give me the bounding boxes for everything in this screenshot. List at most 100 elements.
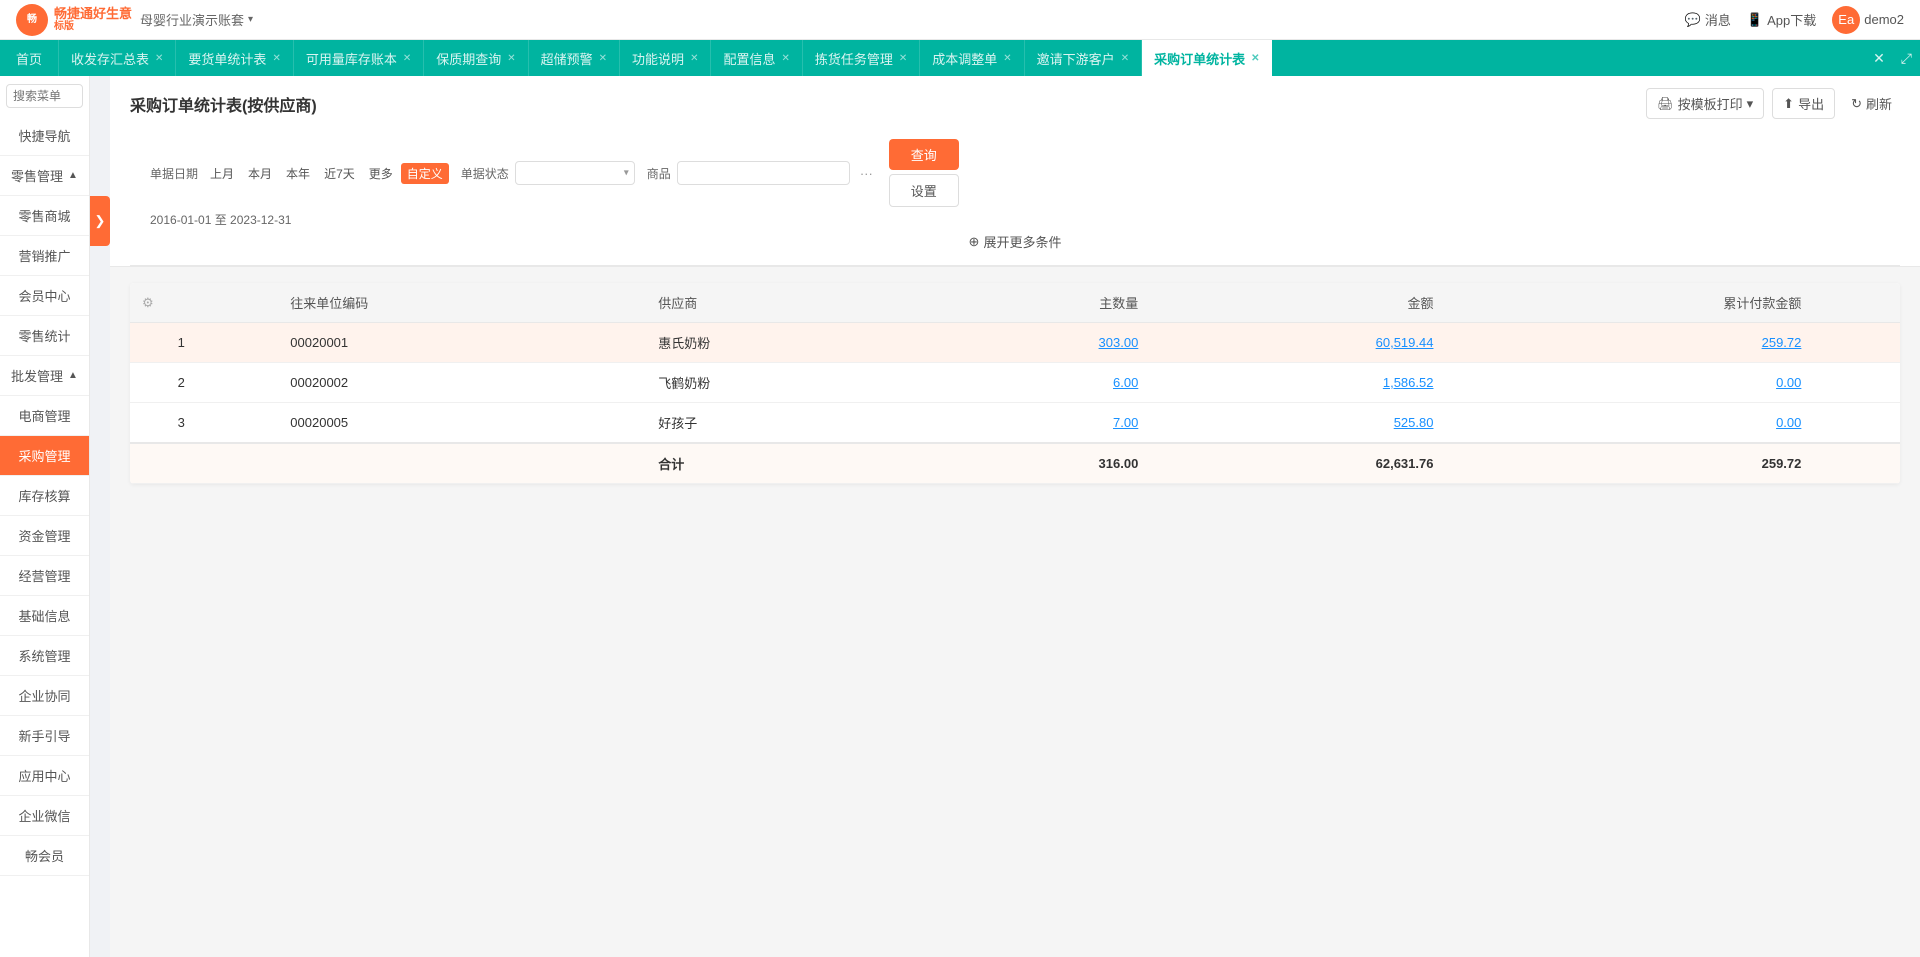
- col-settings-icon[interactable]: ⚙: [142, 295, 154, 310]
- tab-shoufacun[interactable]: 收发存汇总表 ✕: [59, 40, 176, 76]
- sidebar-inventory-label: 库存核算: [18, 486, 70, 505]
- sidebar: 快捷导航 零售管理 ▲ 零售商城 营销推广 会员中心 零售统计 批发管理 ▲ 电…: [0, 76, 90, 957]
- shortcut-this-year[interactable]: 本年: [280, 163, 316, 184]
- workspace-selector[interactable]: 母婴行业演示账套 ▾: [140, 10, 253, 29]
- sidebar-item-wholesale[interactable]: 批发管理 ▲: [0, 356, 89, 396]
- tab-home[interactable]: 首页: [0, 40, 59, 76]
- shortcut-last-7-days[interactable]: 近7天: [318, 163, 361, 184]
- filter-expand-row: ⊕ 展开更多条件: [150, 228, 1880, 255]
- app-download-button[interactable]: 📱 App下载: [1747, 10, 1816, 29]
- custom-date-badge[interactable]: 自定义: [401, 163, 449, 184]
- expand-down-icon: ⊕: [969, 234, 980, 250]
- row2-unit-code-cell: 00020002: [278, 363, 646, 403]
- tab-kuyongliang-close[interactable]: ✕: [403, 53, 411, 64]
- search-input[interactable]: [6, 84, 83, 108]
- tab-kuyongliang[interactable]: 可用量库存账本 ✕: [294, 40, 424, 76]
- data-table: ⚙ 往来单位编码 供应商 主数量 金额: [130, 283, 1900, 484]
- tab-close-all-button[interactable]: ✕: [1865, 40, 1893, 76]
- sidebar-item-system[interactable]: 系统管理: [0, 636, 89, 676]
- template-print-button[interactable]: 🖨 按模板打印 ▾: [1646, 88, 1764, 119]
- tab-chaochu-close[interactable]: ✕: [599, 53, 607, 64]
- shortcut-last-month[interactable]: 上月: [204, 163, 240, 184]
- tab-baozhi[interactable]: 保质期查询 ✕: [424, 40, 528, 76]
- row1-settings-cell: [130, 323, 166, 363]
- tab-caigou-active[interactable]: 采购订单统计表 ✕: [1142, 40, 1272, 76]
- message-button[interactable]: 💬 消息: [1685, 10, 1731, 29]
- tab-baozhi-close[interactable]: ✕: [507, 53, 515, 64]
- tab-gongneng[interactable]: 功能说明 ✕: [620, 40, 711, 76]
- sidebar-item-purchase[interactable]: 采购管理: [0, 436, 89, 476]
- tab-yaoqing-label: 邀请下游客户: [1037, 49, 1115, 68]
- expand-more-button[interactable]: ⊕ 展开更多条件: [969, 232, 1062, 251]
- sidebar-wholesale-label: 批发管理: [11, 366, 63, 385]
- sidebar-item-wechat[interactable]: 企业微信: [0, 796, 89, 836]
- top-bar: 畅 畅捷通好生意 标版 母婴行业演示账套 ▾ 💬 消息 📱 App下载 Ea d…: [0, 0, 1920, 40]
- sidebar-marketing-label: 营销推广: [18, 246, 70, 265]
- goods-search-input[interactable]: [677, 161, 850, 185]
- status-select[interactable]: [515, 161, 635, 185]
- sidebar-item-basics[interactable]: 基础信息: [0, 596, 89, 636]
- row2-qty-cell[interactable]: 6.00: [920, 363, 1150, 403]
- sidebar-item-retail-stats[interactable]: 零售统计: [0, 316, 89, 356]
- wholesale-arrow-icon: ▲: [68, 370, 78, 381]
- tab-peizhi-label: 配置信息: [723, 49, 775, 68]
- tab-jianhuo-close[interactable]: ✕: [899, 53, 907, 64]
- export-button[interactable]: ⬆ 导出: [1772, 88, 1835, 119]
- sidebar-item-inventory[interactable]: 库存核算: [0, 476, 89, 516]
- row3-qty-cell[interactable]: 7.00: [920, 403, 1150, 444]
- date-shortcuts: 上月 本月 本年 近7天 更多 自定义: [204, 163, 449, 184]
- sidebar-item-member[interactable]: 会员中心: [0, 276, 89, 316]
- row1-amount-cell[interactable]: 60,519.44: [1150, 323, 1445, 363]
- filter-area: 单据日期 上月 本月 本年 近7天 更多 自定义 单据状态: [130, 129, 1900, 266]
- row1-paid-cell[interactable]: 259.72: [1445, 323, 1813, 363]
- tab-yaoqing-close[interactable]: ✕: [1121, 53, 1129, 64]
- sidebar-item-ecommerce[interactable]: 电商管理: [0, 396, 89, 436]
- sidebar-item-retail-mall[interactable]: 零售商城: [0, 196, 89, 236]
- sidebar-item-enterprise[interactable]: 企业协同: [0, 676, 89, 716]
- tab-chaochu[interactable]: 超储预警 ✕: [529, 40, 620, 76]
- shortcut-more[interactable]: 更多: [363, 163, 399, 184]
- tab-chengben-close[interactable]: ✕: [1003, 53, 1011, 64]
- row3-amount-cell[interactable]: 525.80: [1150, 403, 1445, 444]
- sidebar-item-operations[interactable]: 经营管理: [0, 556, 89, 596]
- refresh-button[interactable]: ↻ 刷新: [1843, 89, 1900, 118]
- tab-chengben[interactable]: 成本调整单 ✕: [920, 40, 1024, 76]
- shortcut-this-month[interactable]: 本月: [242, 163, 278, 184]
- row1-qty-cell[interactable]: 303.00: [920, 323, 1150, 363]
- tab-caigou-close[interactable]: ✕: [1251, 53, 1259, 64]
- goods-more-button[interactable]: ···: [856, 166, 877, 181]
- tab-yaohuo[interactable]: 要货单统计表 ✕: [176, 40, 293, 76]
- row2-amount-cell[interactable]: 1,586.52: [1150, 363, 1445, 403]
- tab-jianhuo[interactable]: 拣货任务管理 ✕: [803, 40, 920, 76]
- tab-gongneng-close[interactable]: ✕: [690, 53, 698, 64]
- tab-expand-button[interactable]: ⤢: [1893, 40, 1920, 76]
- user-area[interactable]: Ea demo2: [1832, 6, 1904, 34]
- sidebar-item-newbie[interactable]: 新手引导: [0, 716, 89, 756]
- sidebar-item-quick-nav[interactable]: 快捷导航: [0, 116, 89, 156]
- tab-yaohuo-close[interactable]: ✕: [272, 53, 280, 64]
- tab-shoufacun-label: 收发存汇总表: [71, 49, 149, 68]
- logo-icon: 畅: [16, 4, 48, 36]
- status-filter-group: 单据状态: [461, 161, 635, 185]
- table-container: ⚙ 往来单位编码 供应商 主数量 金额: [110, 267, 1920, 957]
- footer-extra-cell: [1813, 443, 1900, 484]
- row2-paid-cell[interactable]: 0.00: [1445, 363, 1813, 403]
- footer-index-cell: [166, 443, 279, 484]
- tab-shoufacun-close[interactable]: ✕: [155, 53, 163, 64]
- sidebar-item-appcenter[interactable]: 应用中心: [0, 756, 89, 796]
- table-row: 2 00020002 飞鹤奶粉 6.00 1,586.52: [130, 363, 1900, 403]
- tab-peizhi[interactable]: 配置信息 ✕: [711, 40, 802, 76]
- sidebar-item-finance[interactable]: 资金管理: [0, 516, 89, 556]
- row3-paid-cell[interactable]: 0.00: [1445, 403, 1813, 444]
- sidebar-item-member2[interactable]: 畅会员: [0, 836, 89, 876]
- tab-peizhi-close[interactable]: ✕: [781, 53, 789, 64]
- logo-area: 畅 畅捷通好生意 标版: [16, 4, 132, 36]
- settings-button[interactable]: 设置: [889, 174, 959, 207]
- tab-yaoqing[interactable]: 邀请下游客户 ✕: [1025, 40, 1142, 76]
- sidebar-item-retail-mgmt[interactable]: 零售管理 ▲: [0, 156, 89, 196]
- query-button[interactable]: 查询: [889, 139, 959, 170]
- logo-abbr: 畅: [27, 15, 37, 25]
- sidebar-item-marketing[interactable]: 营销推广: [0, 236, 89, 276]
- date-range-display: 2016-01-01 至 2023-12-31: [150, 211, 1880, 228]
- sidebar-collapse-button[interactable]: ❯: [90, 196, 110, 246]
